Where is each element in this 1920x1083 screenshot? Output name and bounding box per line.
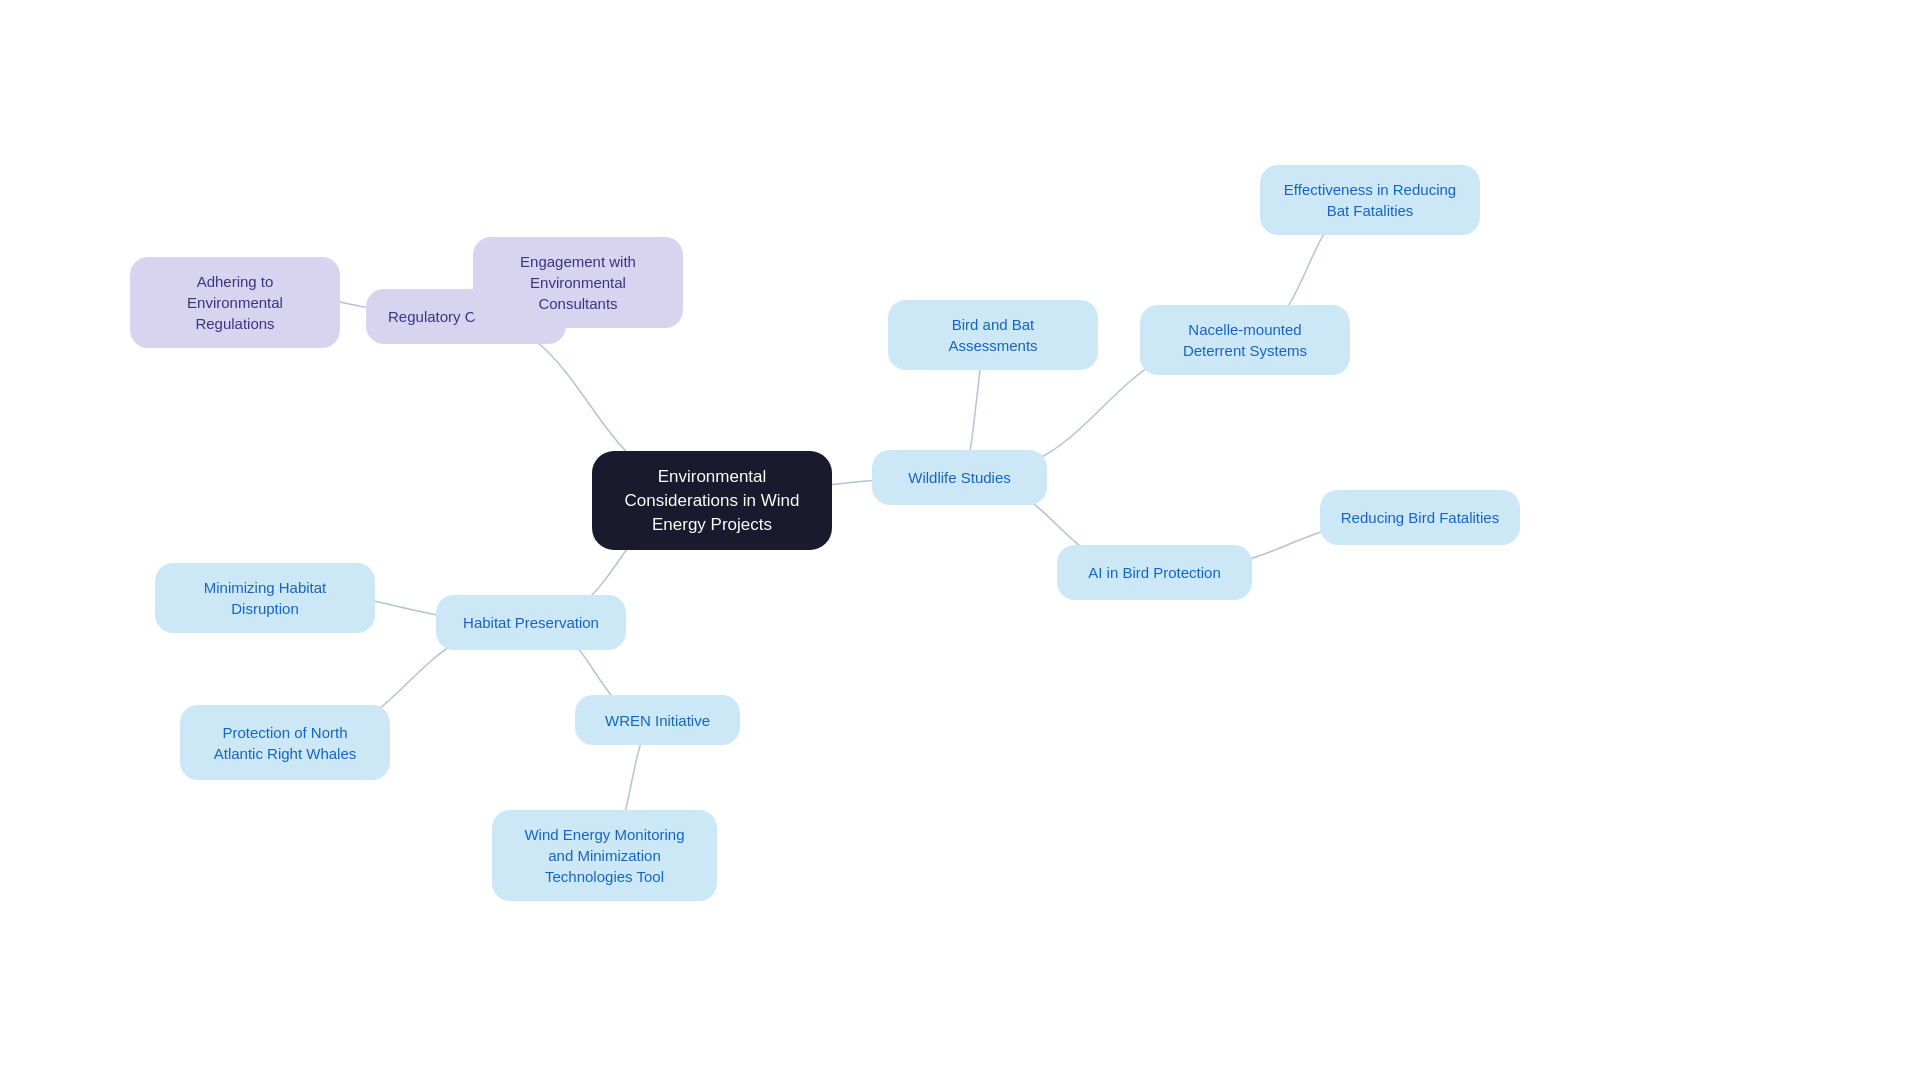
node-wind_tool[interactable]: Wind Energy Monitoring and Minimization …	[492, 810, 717, 901]
node-habitat[interactable]: Habitat Preservation	[436, 595, 626, 650]
node-wildlife[interactable]: Wildlife Studies	[872, 450, 1047, 505]
node-bird_bat[interactable]: Bird and Bat Assessments	[888, 300, 1098, 370]
node-nacelle[interactable]: Nacelle-mounted Deterrent Systems	[1140, 305, 1350, 375]
node-engagement[interactable]: Engagement with Environmental Consultant…	[473, 237, 683, 328]
node-north_atlantic[interactable]: Protection of North Atlantic Right Whale…	[180, 705, 390, 780]
node-center[interactable]: Environmental Considerations in Wind Ene…	[592, 451, 832, 550]
node-bat_fatalities[interactable]: Effectiveness in Reducing Bat Fatalities	[1260, 165, 1480, 235]
node-adhering[interactable]: Adhering to Environmental Regulations	[130, 257, 340, 348]
node-ai_bird[interactable]: AI in Bird Protection	[1057, 545, 1252, 600]
mind-map-connections	[0, 0, 1920, 1083]
node-wren[interactable]: WREN Initiative	[575, 695, 740, 745]
node-minimizing[interactable]: Minimizing Habitat Disruption	[155, 563, 375, 633]
node-reducing_bird[interactable]: Reducing Bird Fatalities	[1320, 490, 1520, 545]
